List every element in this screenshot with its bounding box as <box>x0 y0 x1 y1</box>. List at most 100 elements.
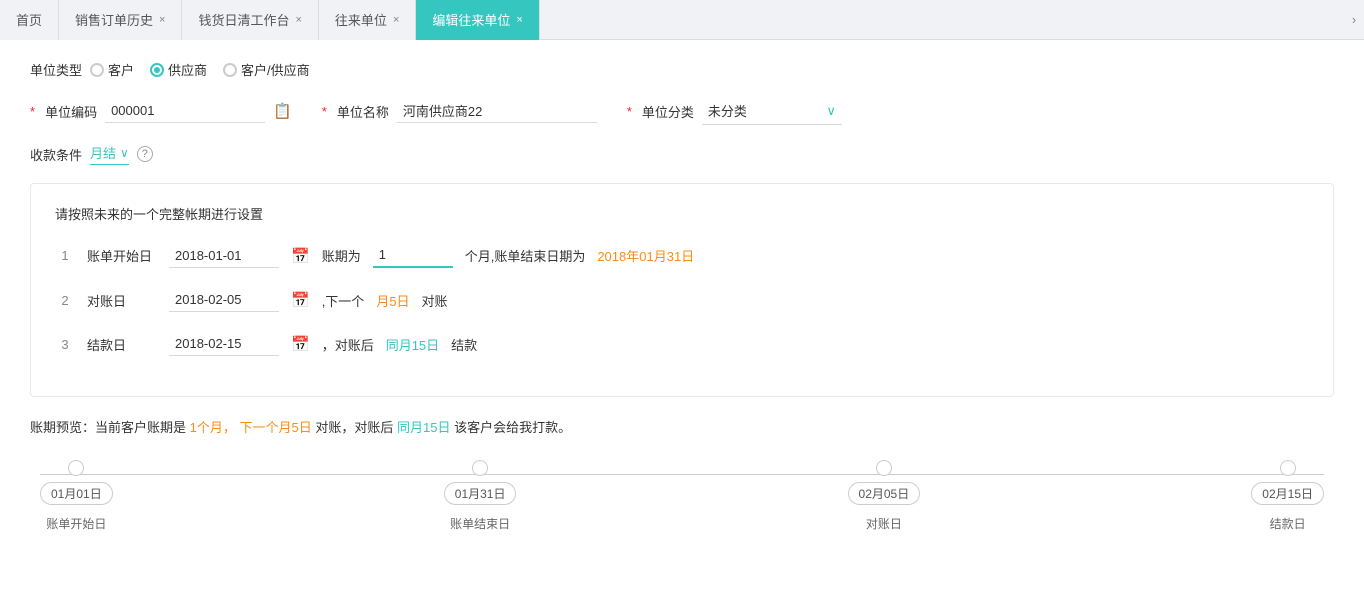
radio-customer-label: 客户 <box>108 60 134 79</box>
payment-condition-label: 收款条件 <box>30 145 82 164</box>
payment-condition-field: 收款条件 月结 ∨ ? <box>30 143 153 165</box>
row-3-calendar-icon[interactable]: 📅 <box>291 335 310 353</box>
tab-home-label: 首页 <box>16 10 42 29</box>
unit-code-input[interactable] <box>105 99 265 123</box>
tab-sales-label: 销售订单历史 <box>75 10 153 29</box>
row-3-num: 3 <box>55 337 75 352</box>
unit-info-row: * 单位编码 📋 * 单位名称 * 单位分类 未分类 ∨ <box>30 97 1334 125</box>
radio-customer-supplier-circle <box>223 63 237 77</box>
radio-supplier-circle <box>150 63 164 77</box>
node-circle-2 <box>876 460 892 476</box>
node-label-2: 对账日 <box>866 515 902 532</box>
unit-code-field: * 单位编码 📋 <box>30 99 292 123</box>
unit-type-field: 单位类型 客户 供应商 客户/供应商 <box>30 60 310 79</box>
timeline-node-2: 02月05日 对账日 <box>848 460 921 532</box>
unit-category-chevron: ∨ <box>826 103 836 119</box>
tab-cash-label: 钱货日清工作台 <box>198 10 289 29</box>
payment-help-icon[interactable]: ? <box>137 146 153 162</box>
tab-sales-close[interactable]: × <box>159 14 165 26</box>
radio-customer-circle <box>90 63 104 77</box>
tab-cash-work[interactable]: 钱货日清工作台 × <box>182 0 318 40</box>
row-3-date-input[interactable] <box>169 332 279 356</box>
timeline-node-3: 02月15日 结款日 <box>1251 460 1324 532</box>
row-3-highlight: 同月15日 <box>386 335 439 354</box>
row-2-label: 对账日 <box>87 291 157 310</box>
radio-supplier[interactable]: 供应商 <box>150 60 207 79</box>
row-1-num: 1 <box>55 248 75 263</box>
tab-edit-label: 编辑往来单位 <box>432 10 510 29</box>
unit-category-dropdown[interactable]: 未分类 ∨ <box>702 97 842 125</box>
row-3-suffix: 结款 <box>451 335 477 354</box>
panel-row-1: 1 账单开始日 📅 账期为 个月,账单结束日期为 2018年01月31日 <box>55 243 1309 268</box>
unit-category-btn[interactable]: 未分类 ∨ <box>702 97 842 125</box>
row-2-num: 2 <box>55 293 75 308</box>
unit-category-label: 单位分类 <box>642 102 694 121</box>
unit-code-star: * <box>30 104 35 119</box>
unit-type-row: 单位类型 客户 供应商 客户/供应商 <box>30 60 1334 79</box>
tab-sales-order-history[interactable]: 销售订单历史 × <box>59 0 182 40</box>
panel-row-2: 2 对账日 📅 ,下一个 月5日 对账 <box>55 288 1309 312</box>
node-label-0: 账单开始日 <box>46 515 106 532</box>
unit-category-star: * <box>627 104 632 119</box>
timeline-nodes: 01月01日 账单开始日 01月31日 账单结束日 02月05日 对账日 02月… <box>40 460 1324 532</box>
settings-panel: 请按照未来的一个完整帐期进行设置 1 账单开始日 📅 账期为 个月,账单结束日期… <box>30 183 1334 397</box>
preview-part1: 1个月， <box>190 420 236 435</box>
preview-prefix: 账期预览：当前客户账期是 <box>30 420 186 435</box>
unit-category-field: * 单位分类 未分类 ∨ <box>627 97 842 125</box>
unit-name-star: * <box>322 104 327 119</box>
timeline-wrapper: 01月01日 账单开始日 01月31日 账单结束日 02月05日 对账日 02月… <box>30 460 1334 540</box>
preview-part2: 下一个月5日 <box>240 420 312 435</box>
unit-type-label: 单位类型 <box>30 60 82 79</box>
tab-partners-close[interactable]: × <box>393 14 399 26</box>
row-1-period-suffix: 个月,账单结束日期为 <box>465 246 586 265</box>
timeline-node-0: 01月01日 账单开始日 <box>40 460 113 532</box>
payment-condition-value: 月结 <box>90 143 116 162</box>
node-circle-0 <box>68 460 84 476</box>
radio-customer-supplier-label: 客户/供应商 <box>241 60 310 79</box>
node-label-1: 账单结束日 <box>450 515 510 532</box>
tab-partners-label: 往来单位 <box>335 10 387 29</box>
radio-customer[interactable]: 客户 <box>90 60 134 79</box>
node-circle-1 <box>472 460 488 476</box>
row-3-prefix: ，对账后 <box>322 335 374 354</box>
unit-name-input[interactable] <box>397 99 597 123</box>
main-content: 单位类型 客户 供应商 客户/供应商 * 单位编码 <box>0 40 1364 608</box>
unit-code-label: 单位编码 <box>45 102 97 121</box>
tab-expand-btn[interactable]: › <box>1344 0 1364 40</box>
node-label-3: 结款日 <box>1270 515 1306 532</box>
timeline-node-1: 01月31日 账单结束日 <box>444 460 517 532</box>
unit-code-icon[interactable]: 📋 <box>273 102 292 120</box>
row-2-highlight: 月5日 <box>376 291 409 310</box>
panel-row-3: 3 结款日 📅 ，对账后 同月15日 结款 <box>55 332 1309 356</box>
panel-title: 请按照未来的一个完整帐期进行设置 <box>55 204 1309 223</box>
preview-suffix: 该客户会给我打款。 <box>454 420 571 435</box>
row-1-date-input[interactable] <box>169 244 279 268</box>
row-1-period-prefix: 账期为 <box>322 246 361 265</box>
tab-home[interactable]: 首页 <box>0 0 59 40</box>
row-1-calendar-icon[interactable]: 📅 <box>291 247 310 265</box>
tab-edit-close[interactable]: × <box>516 14 522 26</box>
row-2-calendar-icon[interactable]: 📅 <box>291 291 310 309</box>
payment-condition-chevron[interactable]: ∨ <box>120 146 129 160</box>
unit-type-radio-group: 客户 供应商 客户/供应商 <box>90 60 310 79</box>
node-date-3: 02月15日 <box>1251 482 1324 505</box>
node-date-2: 02月05日 <box>848 482 921 505</box>
payment-condition-wrap: 月结 ∨ <box>90 143 129 165</box>
row-1-label: 账单开始日 <box>87 246 157 265</box>
row-2-date-input[interactable] <box>169 288 279 312</box>
node-date-1: 01月31日 <box>444 482 517 505</box>
preview-part3: 同月15日 <box>397 420 450 435</box>
tab-partners[interactable]: 往来单位 × <box>319 0 416 40</box>
radio-customer-supplier[interactable]: 客户/供应商 <box>223 60 310 79</box>
node-date-0: 01月01日 <box>40 482 113 505</box>
tab-edit-partner[interactable]: 编辑往来单位 × <box>416 0 539 40</box>
radio-supplier-label: 供应商 <box>168 60 207 79</box>
row-1-period-input[interactable] <box>373 243 453 268</box>
unit-name-field: * 单位名称 <box>322 99 597 123</box>
unit-name-label: 单位名称 <box>337 102 389 121</box>
tab-cash-close[interactable]: × <box>295 14 301 26</box>
preview-text: 账期预览：当前客户账期是 1个月， 下一个月5日 对账，对账后 同月15日 该客… <box>30 417 1334 436</box>
unit-category-value: 未分类 <box>708 101 747 120</box>
node-circle-3 <box>1280 460 1296 476</box>
row-2-prefix: ,下一个 <box>322 291 365 310</box>
